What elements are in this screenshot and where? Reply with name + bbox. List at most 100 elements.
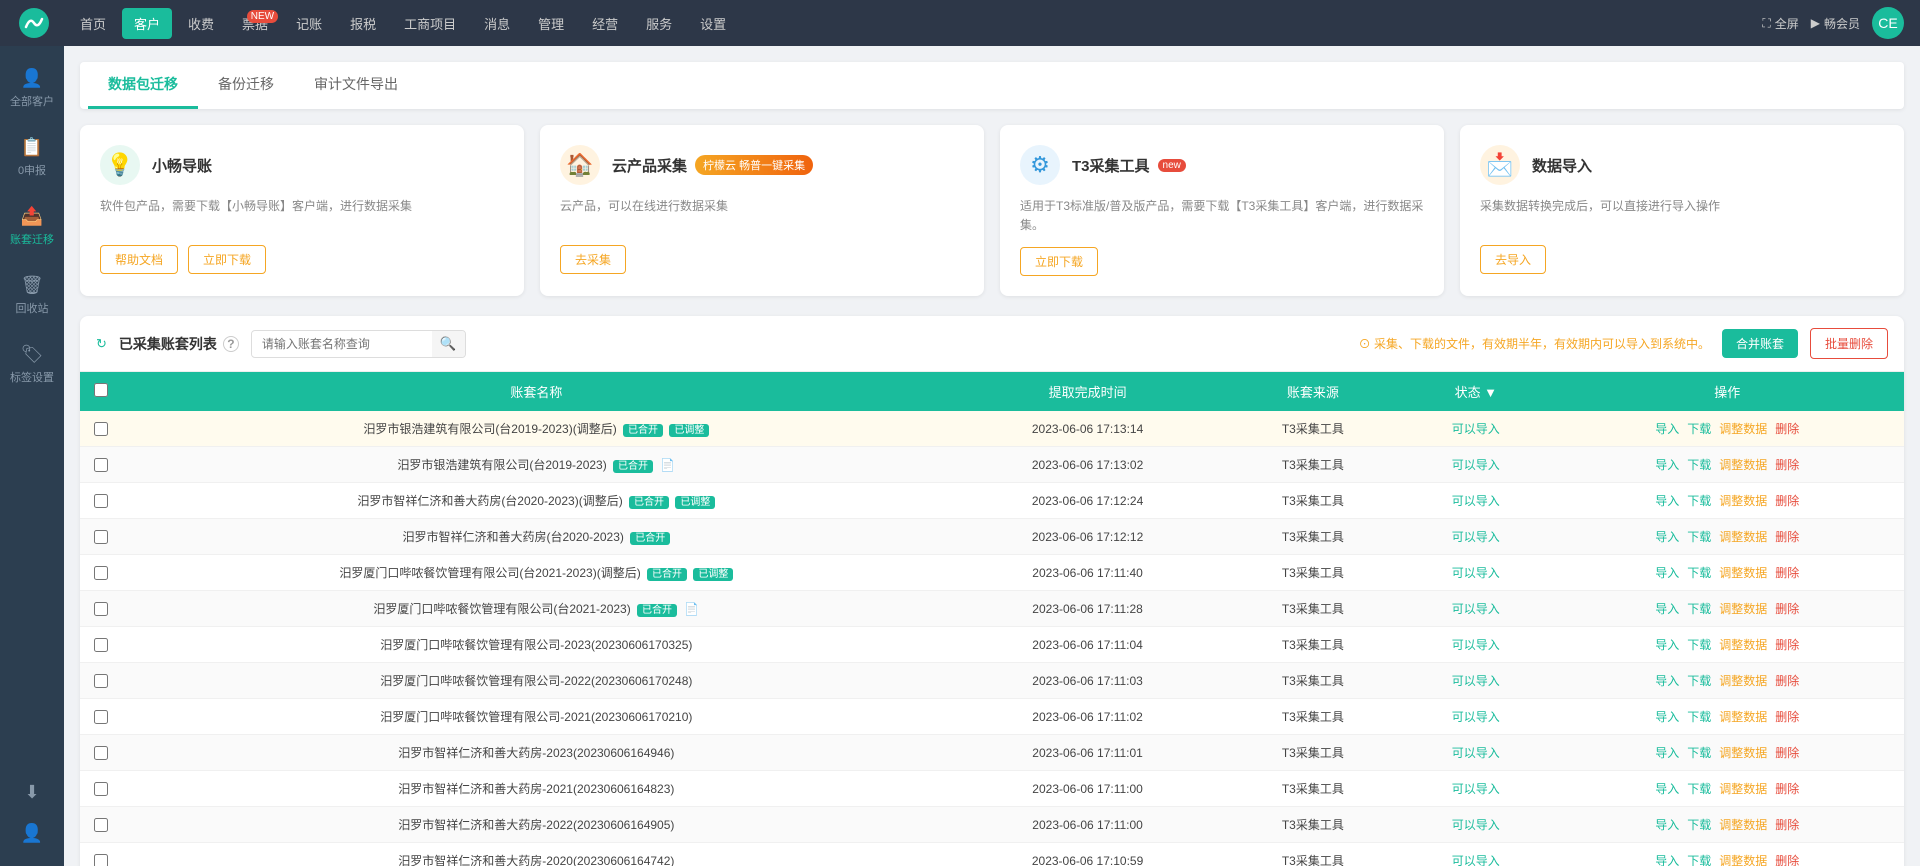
action-调整数据[interactable]: 调整数据 [1719,602,1767,616]
action-导入[interactable]: 导入 [1655,566,1679,580]
help-doc-button[interactable]: 帮助文档 [100,245,178,274]
action-调整数据[interactable]: 调整数据 [1719,854,1767,866]
download-now-button-1[interactable]: 立即下载 [188,245,266,274]
action-下载[interactable]: 下载 [1687,710,1711,724]
help-icon[interactable]: ? [223,336,239,352]
action-删除[interactable]: 删除 [1775,782,1799,796]
vip-btn[interactable]: ▶ 畅会员 [1811,15,1860,32]
action-删除[interactable]: 删除 [1775,818,1799,832]
action-下载[interactable]: 下载 [1687,854,1711,866]
action-导入[interactable]: 导入 [1655,674,1679,688]
action-导入[interactable]: 导入 [1655,818,1679,832]
action-下载[interactable]: 下载 [1687,746,1711,760]
merge-button[interactable]: 合并账套 [1722,329,1798,358]
action-调整数据[interactable]: 调整数据 [1719,818,1767,832]
download-now-button-3[interactable]: 立即下载 [1020,247,1098,276]
row-checkbox[interactable] [94,638,108,652]
row-checkbox[interactable] [94,746,108,760]
fullscreen-btn[interactable]: ⛶ 全屏 [1762,15,1798,32]
search-input[interactable] [252,332,432,356]
action-调整数据[interactable]: 调整数据 [1719,710,1767,724]
row-checkbox[interactable] [94,710,108,724]
nav-business[interactable]: 工商项目 [392,8,468,39]
sidebar-item-tag-settings[interactable]: 🏷 标签设置 [0,334,64,395]
nav-service[interactable]: 服务 [634,8,684,39]
action-删除[interactable]: 删除 [1775,746,1799,760]
action-下载[interactable]: 下载 [1687,674,1711,688]
action-下载[interactable]: 下载 [1687,602,1711,616]
action-导入[interactable]: 导入 [1655,602,1679,616]
sidebar-item-all-customers[interactable]: 👤 全部客户 [0,58,64,119]
action-下载[interactable]: 下载 [1687,566,1711,580]
sidebar-item-download[interactable]: ⬇ [13,772,51,813]
action-下载[interactable]: 下载 [1687,818,1711,832]
nav-customer[interactable]: 客户 [122,8,172,39]
row-checkbox[interactable] [94,422,108,436]
logo[interactable] [16,5,52,41]
action-导入[interactable]: 导入 [1655,710,1679,724]
action-删除[interactable]: 删除 [1775,566,1799,580]
action-删除[interactable]: 删除 [1775,494,1799,508]
row-checkbox[interactable] [94,530,108,544]
collect-button[interactable]: 去采集 [560,245,626,274]
row-checkbox[interactable] [94,854,108,866]
action-导入[interactable]: 导入 [1655,494,1679,508]
action-下载[interactable]: 下载 [1687,638,1711,652]
action-下载[interactable]: 下载 [1687,782,1711,796]
action-删除[interactable]: 删除 [1775,710,1799,724]
action-删除[interactable]: 删除 [1775,638,1799,652]
action-导入[interactable]: 导入 [1655,638,1679,652]
nav-operation[interactable]: 经营 [580,8,630,39]
select-all-checkbox[interactable] [94,383,108,397]
action-删除[interactable]: 删除 [1775,854,1799,866]
action-下载[interactable]: 下载 [1687,494,1711,508]
nav-message[interactable]: 消息 [472,8,522,39]
action-调整数据[interactable]: 调整数据 [1719,746,1767,760]
action-调整数据[interactable]: 调整数据 [1719,530,1767,544]
action-下载[interactable]: 下载 [1687,458,1711,472]
action-导入[interactable]: 导入 [1655,746,1679,760]
action-下载[interactable]: 下载 [1687,530,1711,544]
action-调整数据[interactable]: 调整数据 [1719,494,1767,508]
batch-delete-button[interactable]: 批量删除 [1810,328,1888,359]
action-下载[interactable]: 下载 [1687,422,1711,436]
action-调整数据[interactable]: 调整数据 [1719,782,1767,796]
action-调整数据[interactable]: 调整数据 [1719,638,1767,652]
refresh-icon[interactable]: ↻ [96,336,107,352]
row-checkbox[interactable] [94,566,108,580]
row-checkbox[interactable] [94,494,108,508]
action-调整数据[interactable]: 调整数据 [1719,422,1767,436]
row-checkbox[interactable] [94,674,108,688]
action-删除[interactable]: 删除 [1775,458,1799,472]
user-avatar[interactable]: CE [1872,7,1904,39]
action-导入[interactable]: 导入 [1655,422,1679,436]
sidebar-item-zero-declare[interactable]: 📋 0申报 [0,127,64,188]
action-删除[interactable]: 删除 [1775,602,1799,616]
tab-data-migration[interactable]: 数据包迁移 [88,62,198,109]
action-调整数据[interactable]: 调整数据 [1719,566,1767,580]
import-button[interactable]: 去导入 [1480,245,1546,274]
nav-invoice[interactable]: 票据 NEW [230,8,280,39]
action-删除[interactable]: 删除 [1775,422,1799,436]
tab-backup-migration[interactable]: 备份迁移 [198,62,294,109]
action-调整数据[interactable]: 调整数据 [1719,458,1767,472]
nav-tax[interactable]: 报税 [338,8,388,39]
action-导入[interactable]: 导入 [1655,854,1679,866]
nav-home[interactable]: 首页 [68,8,118,39]
row-checkbox[interactable] [94,602,108,616]
row-checkbox[interactable] [94,818,108,832]
action-调整数据[interactable]: 调整数据 [1719,674,1767,688]
search-button[interactable]: 🔍 [432,331,465,357]
sidebar-item-account-migrate[interactable]: 📤 账套迁移 [0,196,64,257]
nav-fee[interactable]: 收费 [176,8,226,39]
nav-bookkeep[interactable]: 记账 [284,8,334,39]
tab-audit-export[interactable]: 审计文件导出 [294,62,418,109]
action-删除[interactable]: 删除 [1775,674,1799,688]
action-导入[interactable]: 导入 [1655,458,1679,472]
row-checkbox[interactable] [94,458,108,472]
nav-settings[interactable]: 设置 [688,8,738,39]
sidebar-item-profile[interactable]: 👤 [13,813,51,854]
nav-manage[interactable]: 管理 [526,8,576,39]
sidebar-item-recycle[interactable]: 🗑 回收站 [0,265,64,326]
row-checkbox[interactable] [94,782,108,796]
